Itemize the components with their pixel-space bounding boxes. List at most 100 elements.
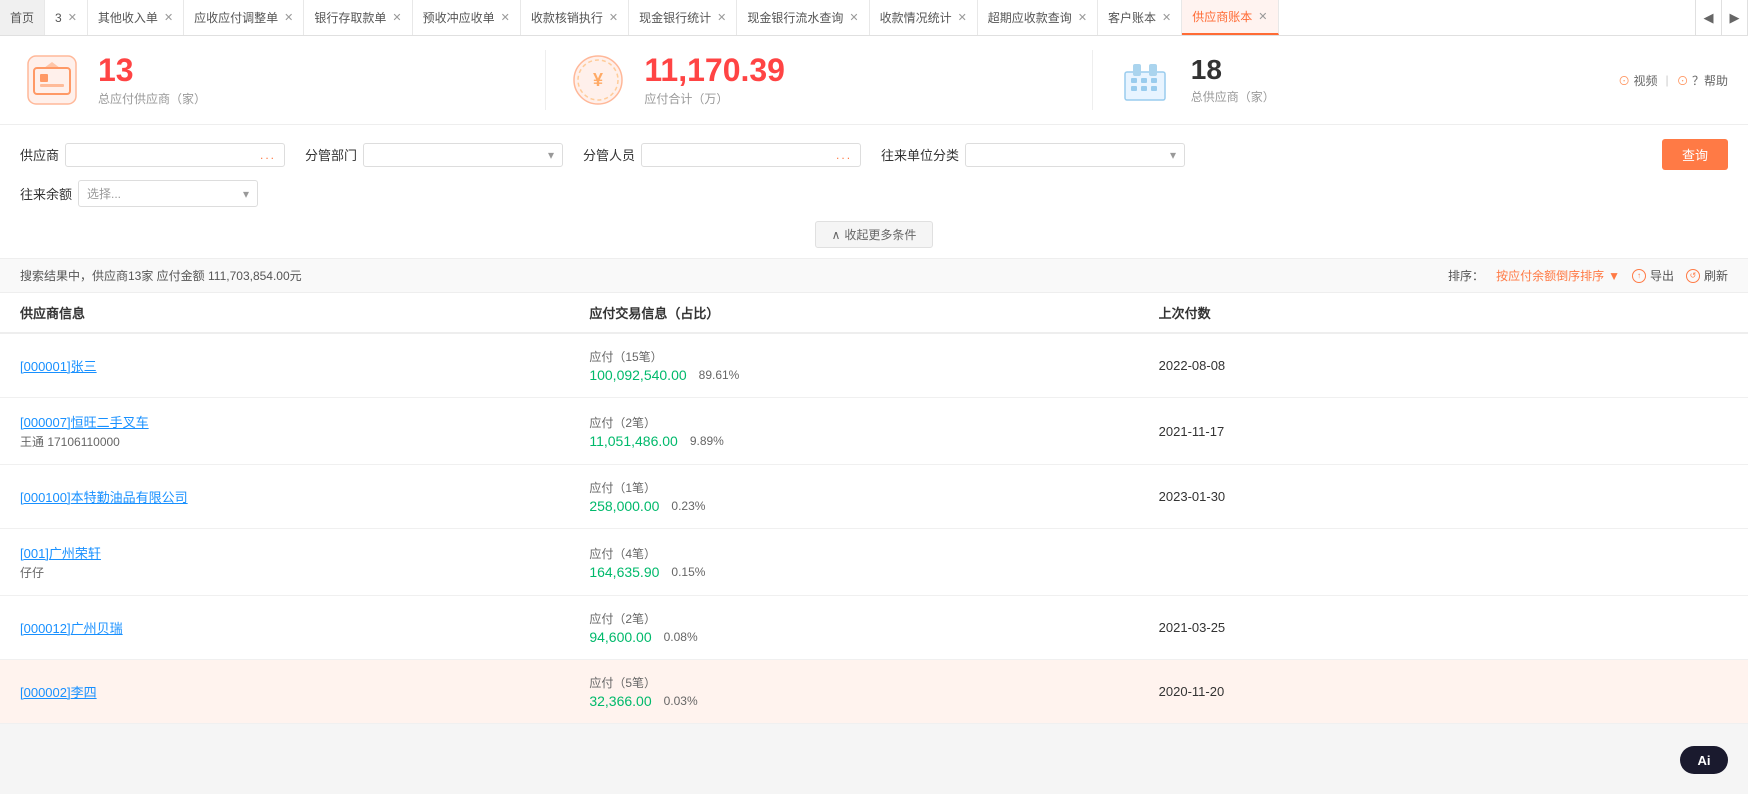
nav-tab-bank-deposit[interactable]: 银行存取款单 ✕	[304, 0, 412, 35]
stat-info-total-suppliers: 18 总供应商（家）	[1191, 56, 1275, 105]
tx-amount-6[interactable]: 32,366.00	[589, 693, 651, 709]
close-icon[interactable]: ✕	[1078, 11, 1087, 24]
close-icon[interactable]: ✕	[1162, 11, 1171, 24]
close-icon[interactable]: ✕	[392, 11, 401, 24]
tx-pct-2: 9.89%	[690, 434, 724, 448]
nav-tab-customer-ledger-label: 客户账本	[1108, 9, 1156, 26]
tx-label-5: 应付（2笔）	[589, 610, 1158, 627]
tx-amount-2[interactable]: 11,051,486.00	[589, 433, 678, 449]
ap-suppliers-icon	[20, 48, 84, 112]
transaction-info-2: 应付（2笔） 11,051,486.00 9.89%	[589, 414, 1158, 449]
filter-balance: 往来余额 选择... ▾	[20, 180, 258, 207]
refresh-button[interactable]: ↺ 刷新	[1686, 267, 1728, 284]
col-header-transaction: 应付交易信息（占比）	[589, 303, 1158, 322]
close-icon[interactable]: ✕	[717, 11, 726, 24]
nav-tab-prepay-ar[interactable]: 预收冲应收单 ✕	[413, 0, 521, 35]
stat-block-ap-total: ¥ 11,170.39 应付合计（万）	[566, 48, 1071, 112]
tx-label-1: 应付（15笔）	[589, 348, 1158, 365]
nav-tab-other-income[interactable]: 其他收入单 ✕	[88, 0, 184, 35]
nav-tab-receipt-stat[interactable]: 收款情况统计 ✕	[870, 0, 978, 35]
nav-tab-home[interactable]: 首页	[0, 0, 45, 35]
balance-select-arrow: ▾	[243, 187, 249, 201]
ap-total-label: 应付合计（万）	[644, 90, 785, 107]
balance-select[interactable]: 选择... ▾	[78, 180, 258, 207]
tx-label-6: 应付（5笔）	[589, 674, 1158, 691]
supplier-link-6[interactable]: [000002]李四	[20, 682, 589, 701]
table-row: [000001]张三 应付（15笔） 100,092,540.00 89.61%…	[0, 334, 1748, 398]
close-icon[interactable]: ✕	[609, 11, 618, 24]
person-dots-icon[interactable]: ...	[836, 148, 852, 162]
supplier-link-1[interactable]: [000001]张三	[20, 356, 589, 375]
sort-select[interactable]: 按应付余额倒序排序 ▼	[1496, 267, 1620, 284]
query-button[interactable]: 查询	[1662, 139, 1728, 170]
dept-select[interactable]: ▾	[363, 143, 563, 167]
tx-amount-5[interactable]: 94,600.00	[589, 629, 651, 645]
nav-tab-cash-bank-stat[interactable]: 现金银行统计 ✕	[629, 0, 737, 35]
close-icon[interactable]: ✕	[68, 11, 77, 24]
nav-tab-home-label: 首页	[10, 9, 34, 26]
nav-right-arrow[interactable]: ▶	[1722, 0, 1748, 36]
close-icon[interactable]: ✕	[958, 11, 967, 24]
close-icon[interactable]: ✕	[284, 11, 293, 24]
table-row: [000012]广州贝瑞 应付（2笔） 94,600.00 0.08% 2021…	[0, 596, 1748, 660]
balance-filter-label: 往来余额	[20, 184, 72, 203]
nav-tab-payment-verify-label: 收款核销执行	[531, 9, 603, 26]
stat-divider-1	[545, 50, 546, 110]
export-button[interactable]: ↑ 导出	[1632, 267, 1674, 284]
ap-suppliers-label: 总应付供应商（家）	[98, 90, 206, 107]
supplier-info-5: [000012]广州贝瑞	[20, 618, 589, 637]
close-icon[interactable]: ✕	[1258, 10, 1267, 23]
filter-unit-type: 往来单位分类 ▾	[881, 143, 1185, 167]
filter-supplier: 供应商 ...	[20, 143, 285, 167]
nav-tab-receipt-stat-label: 收款情况统计	[880, 9, 952, 26]
nav-tab-cash-bank-flow[interactable]: 现金银行流水查询 ✕	[737, 0, 869, 35]
supplier-link-4[interactable]: [001]广州荣轩	[20, 543, 589, 562]
unit-select[interactable]: ▾	[965, 143, 1185, 167]
supplier-info-6: [000002]李四	[20, 682, 589, 701]
nav-tab-ar-ap-adjust[interactable]: 应收应付调整单 ✕	[184, 0, 304, 35]
video-link[interactable]: ⊙ 视频	[1618, 72, 1657, 89]
nav-tab-payment-verify[interactable]: 收款核销执行 ✕	[521, 0, 629, 35]
nav-left-arrow[interactable]: ◀	[1696, 0, 1722, 36]
nav-tab-supplier-ledger-label: 供应商账本	[1192, 8, 1252, 25]
help-link[interactable]: ⊙ ？帮助	[1677, 72, 1728, 89]
transaction-info-5: 应付（2笔） 94,600.00 0.08%	[589, 610, 1158, 645]
person-input[interactable]: ...	[641, 143, 861, 167]
last-payment-3: 2023-01-30	[1159, 489, 1728, 504]
stat-info-ap-total: 11,170.39 应付合计（万）	[644, 54, 785, 107]
ap-suppliers-number: 13	[98, 54, 206, 86]
tx-amount-4[interactable]: 164,635.90	[589, 564, 659, 580]
table-row: [001]广州荣轩 仔仔 应付（4笔） 164,635.90 0.15%	[0, 529, 1748, 596]
filter-dept: 分管部门 ▾	[305, 143, 563, 167]
supplier-input[interactable]: ...	[65, 143, 285, 167]
tx-amount-3[interactable]: 258,000.00	[589, 498, 659, 514]
nav-tab-3[interactable]: 3 ✕	[45, 0, 88, 35]
supplier-link-3[interactable]: [000100]本特勤油品有限公司	[20, 487, 589, 506]
close-icon[interactable]: ✕	[849, 11, 858, 24]
tx-label-4: 应付（4笔）	[589, 545, 1158, 562]
col-header-last-payment: 上次付数	[1159, 303, 1728, 322]
nav-tab-ar-ap-adjust-label: 应收应付调整单	[194, 9, 278, 26]
supplier-link-2[interactable]: [000007]恒旺二手叉车	[20, 412, 589, 431]
total-suppliers-label: 总供应商（家）	[1191, 88, 1275, 105]
supplier-info-3: [000100]本特勤油品有限公司	[20, 487, 589, 506]
nav-scroll-arrows: ◀ ▶	[1695, 0, 1748, 36]
supplier-link-5[interactable]: [000012]广州贝瑞	[20, 618, 589, 637]
collapse-button[interactable]: ∧ 收起更多条件	[815, 221, 934, 248]
close-icon[interactable]: ✕	[164, 11, 173, 24]
refresh-label: 刷新	[1704, 267, 1728, 284]
tx-amount-1[interactable]: 100,092,540.00	[589, 367, 686, 383]
ai-badge[interactable]: Ai	[1680, 746, 1728, 774]
header-actions: ⊙ 视频 | ⊙ ？帮助	[1618, 72, 1728, 89]
supplier-sub-2: 王通 17106110000	[20, 433, 589, 450]
table-row: [000100]本特勤油品有限公司 应付（1笔） 258,000.00 0.23…	[0, 465, 1748, 529]
results-summary-text: 搜索结果中，供应商13家 应付金额 111,703,854.00元	[20, 269, 302, 283]
total-suppliers-number: 18	[1191, 56, 1275, 84]
supplier-info-1: [000001]张三	[20, 356, 589, 375]
close-icon[interactable]: ✕	[501, 11, 510, 24]
nav-tab-supplier-ledger[interactable]: 供应商账本 ✕	[1182, 0, 1278, 35]
nav-tab-customer-ledger[interactable]: 客户账本 ✕	[1098, 0, 1182, 35]
nav-tab-cash-bank-flow-label: 现金银行流水查询	[747, 9, 843, 26]
nav-tab-overdue-ar[interactable]: 超期应收款查询 ✕	[978, 0, 1098, 35]
supplier-dots-icon[interactable]: ...	[260, 148, 276, 162]
